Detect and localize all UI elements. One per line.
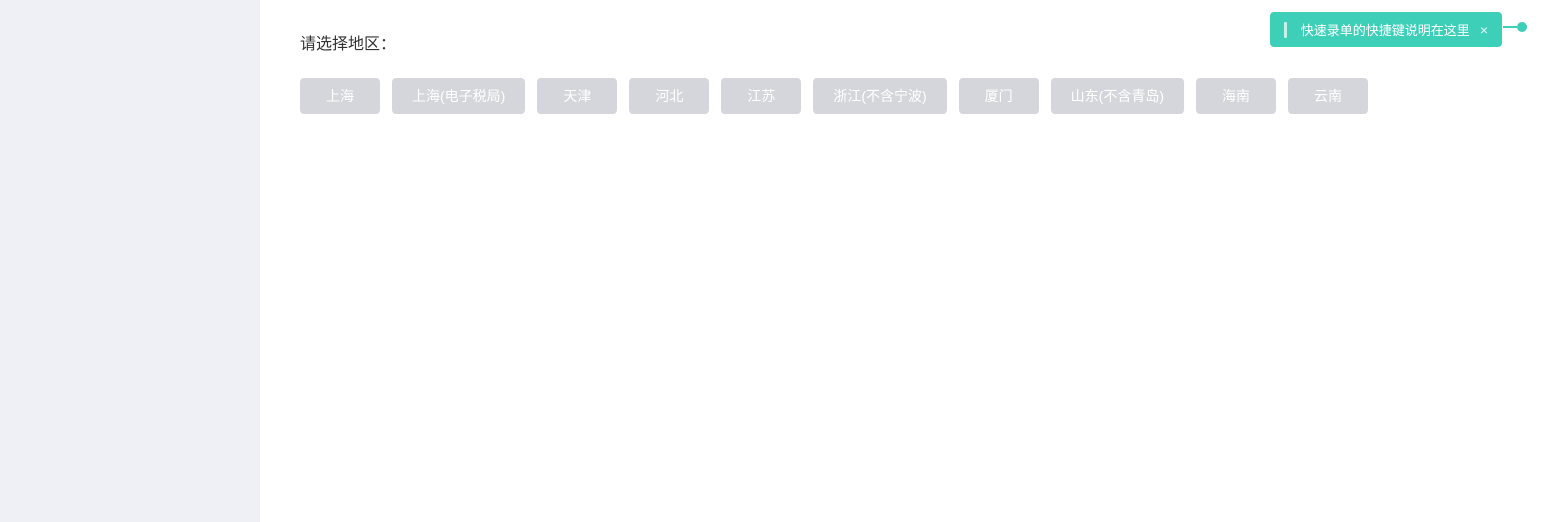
region-button-2[interactable]: 天津 <box>537 78 617 114</box>
tooltip-banner: 快速录单的快捷键说明在这里 × <box>1270 12 1502 47</box>
region-buttons: 上海上海(电子税局) 天津河北江苏浙江(不含宁波) 厦门山东(不含青岛) 海南云南 <box>300 78 1522 114</box>
left-sidebar <box>0 0 260 522</box>
region-button-8[interactable]: 海南 <box>1196 78 1276 114</box>
tooltip-connector-line <box>1503 26 1517 28</box>
tooltip-close-button[interactable]: × <box>1480 22 1488 38</box>
region-button-9[interactable]: 云南 <box>1288 78 1368 114</box>
tooltip-text: 快速录单的快捷键说明在这里 <box>1301 20 1470 39</box>
region-button-4[interactable]: 江苏 <box>721 78 801 114</box>
region-button-3[interactable]: 河北 <box>629 78 709 114</box>
region-button-1[interactable]: 上海(电子税局) <box>392 78 525 114</box>
main-content: 请选择地区： 上海上海(电子税局)天津河北江苏浙江(不含宁波)厦门山东(不含青岛… <box>260 0 1562 522</box>
region-button-7[interactable]: 山东(不含青岛) <box>1051 78 1184 114</box>
tooltip-connector-dot <box>1517 22 1527 32</box>
region-button-0[interactable]: 上海 <box>300 78 380 114</box>
region-button-6[interactable]: 厦门 <box>959 78 1039 114</box>
region-button-5[interactable]: 浙江(不含宁波) <box>813 78 946 114</box>
tooltip-bar <box>1284 22 1287 38</box>
